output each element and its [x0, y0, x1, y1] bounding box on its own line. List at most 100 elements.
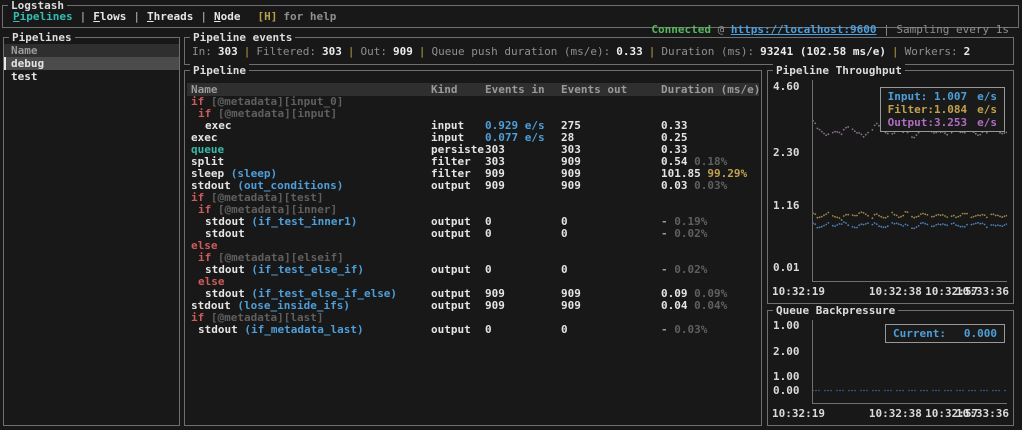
row-events-out: 0 — [561, 216, 568, 228]
sidebar-item-test[interactable]: test — [4, 70, 179, 83]
y-tick: 4.60 — [773, 80, 800, 94]
row-kind: output — [431, 264, 471, 276]
row-events-in: 909 — [485, 288, 505, 300]
row-events-out — [561, 204, 661, 216]
help-text: for help — [283, 10, 337, 23]
stat-separator: | — [648, 45, 656, 58]
row-events-in: 0 — [485, 228, 492, 240]
row-name: split — [191, 156, 225, 168]
row-events-out — [561, 276, 661, 288]
connected-label: Connected — [651, 23, 711, 36]
pipeline-row[interactable]: stdout (out_conditions) output 909 909 0.03 … — [187, 180, 759, 192]
row-events-out: 909 — [561, 180, 581, 192]
row-events-out — [561, 108, 661, 120]
pipeline-row[interactable]: stdout (if_test_else_if) output 0 0 - 0.02% — [187, 264, 759, 276]
column-events-out: Events out — [561, 83, 628, 96]
pipeline-row[interactable]: queue persiste 303 303 0.33 — [187, 144, 759, 156]
pipeline-row[interactable]: if [@metadata][elseif] — [187, 252, 759, 264]
pipeline-row[interactable]: stdout (if_test_else_if_else) output 909 90… — [187, 288, 759, 300]
row-duration — [661, 108, 759, 120]
pipeline-row[interactable]: stdout output 0 0 - 0.02% — [187, 228, 759, 240]
row-kind — [431, 276, 485, 288]
row-events-in — [485, 192, 561, 204]
pipeline-panel: Pipeline Name Kind Events in Events out … — [184, 64, 762, 426]
stat-value: 0.33 — [616, 45, 643, 58]
row-events-in — [485, 204, 561, 216]
pipeline-table: Name Kind Events in Events out Duration … — [187, 83, 759, 336]
stat-label: Out: — [360, 45, 387, 58]
row-events-in — [485, 252, 561, 264]
row-kind: output — [431, 288, 471, 300]
pipeline-row[interactable]: stdout (lose_inside_ifs) output 909 909 0.04… — [187, 300, 759, 312]
pipeline-table-body: if [@metadata][input_0] if [@metadata][in… — [187, 96, 759, 336]
pipeline-row[interactable]: if [@metadata][test] — [187, 192, 759, 204]
pipeline-row[interactable]: else — [187, 276, 759, 288]
row-kind — [431, 312, 485, 324]
throughput-panel-title: Pipeline Throughput — [773, 64, 905, 77]
pipeline-row[interactable]: sleep (sleep) filter 909 909 101.85 99.29% — [187, 168, 759, 180]
pipeline-row[interactable]: exec input 0.929 e/s 275 0.33 — [187, 120, 759, 132]
row-duration: 0.04 0.04% — [661, 300, 728, 312]
tab-flows[interactable]: Flows — [93, 10, 126, 23]
sidebar-item-debug[interactable]: debug — [4, 57, 179, 70]
status-separator: | — [883, 23, 890, 36]
pipeline-row[interactable]: stdout (if_test_inner1) output 0 0 - 0.19% — [187, 216, 759, 228]
stat-value: 909 — [392, 45, 413, 58]
row-kind: input — [431, 132, 465, 144]
backpressure-panel-title: Queue Backpressure — [773, 304, 899, 317]
row-duration: 101.85 99.29% — [661, 168, 748, 180]
row-duration — [661, 312, 759, 324]
row-name: stdout (if_test_inner1) — [205, 216, 358, 228]
row-events-out: 275 — [561, 120, 581, 132]
chart-legend: Input: 1.007 e/s Filter: 1.084 e/s Output: 3.25… — [879, 87, 1005, 132]
row-duration: 0.33 — [661, 120, 688, 132]
stat-label: Duration (ms): — [661, 45, 755, 58]
tab-node[interactable]: Node — [214, 10, 241, 23]
pipeline-row[interactable]: if [@metadata][last] — [187, 312, 759, 324]
pipeline-row[interactable]: stdout (if_metadata_last) output 0 0 - 0.03% — [187, 324, 759, 336]
legend-row: Current: 0.000 — [893, 327, 997, 340]
column-kind: Kind — [431, 83, 458, 96]
pipeline-row[interactable]: exec input 0.077 e/s 28 0.25 — [187, 132, 759, 144]
row-name: if [@metadata][input_0] — [191, 96, 344, 108]
y-tick: 2.30 — [773, 146, 800, 160]
stat-value: 2 — [963, 45, 971, 58]
row-name: if [@metadata][elseif] — [198, 252, 344, 264]
stat-value: 303 — [321, 45, 342, 58]
pipeline-row[interactable]: else — [187, 240, 759, 252]
column-events-in: Events in — [485, 83, 545, 96]
stat-separator: | — [891, 45, 899, 58]
row-kind — [431, 96, 485, 108]
row-name: if [@metadata][last] — [191, 312, 324, 324]
selection-indicator — [4, 57, 6, 70]
row-events-out: 303 — [561, 144, 581, 156]
tab-threads[interactable]: Threads — [147, 10, 193, 23]
tab-separator: | — [200, 10, 207, 23]
row-events-out — [561, 240, 661, 252]
pipeline-events-panel: Pipeline events In: 303 | Filtered: 303 | Out:… — [184, 31, 1014, 65]
stat-separator: | — [243, 45, 251, 58]
row-duration: - 0.19% — [661, 216, 708, 228]
column-duration: Duration (ms/e) — [661, 83, 759, 96]
row-events-in: 0 — [485, 264, 492, 276]
row-events-out: 909 — [561, 168, 581, 180]
legend-row: Input: 1.007 e/s — [887, 90, 997, 103]
pipeline-row[interactable]: if [@metadata][input_0] — [187, 96, 759, 108]
pipeline-row[interactable]: split filter 303 909 0.54 0.18% — [187, 156, 759, 168]
row-name: stdout — [205, 228, 245, 240]
row-events-in: 303 — [485, 144, 505, 156]
x-tick: 10:33:36 — [956, 285, 1009, 298]
row-kind — [431, 108, 485, 120]
y-tick: 0.01 — [773, 260, 800, 274]
row-name: exec — [191, 132, 218, 144]
stat-label: Filtered: — [256, 45, 316, 58]
pipeline-row[interactable]: if [@metadata][input] — [187, 108, 759, 120]
y-tick: 1.00 — [773, 370, 800, 384]
stat-label: In: — [192, 45, 212, 58]
pipeline-row[interactable]: if [@metadata][inner] — [187, 204, 759, 216]
server-link[interactable]: https://localhost:9600 — [731, 23, 877, 36]
row-duration: - 0.03% — [661, 324, 708, 336]
row-kind: filter — [431, 156, 471, 168]
row-kind: output — [431, 180, 471, 192]
row-name: stdout (lose_inside_ifs) — [191, 300, 350, 312]
